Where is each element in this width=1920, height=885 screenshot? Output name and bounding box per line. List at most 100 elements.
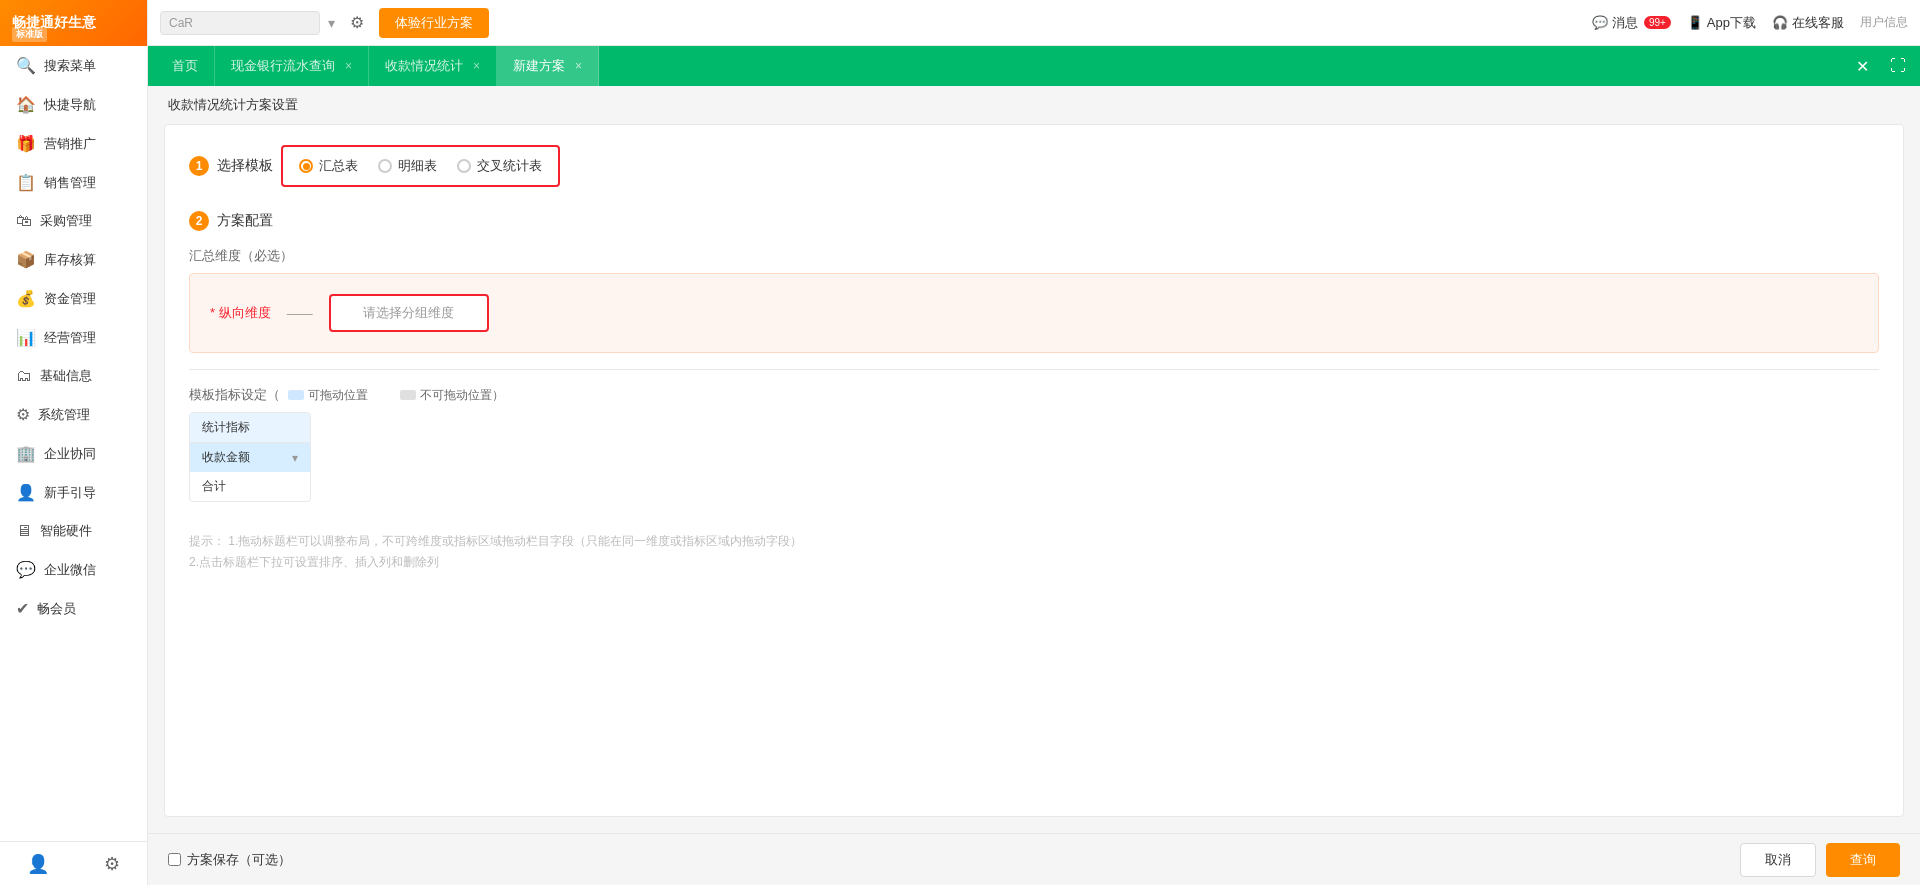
gear-button[interactable]: ⚙: [343, 9, 371, 37]
dim-placeholder[interactable]: 请选择分组维度: [329, 294, 489, 332]
tab-home-label: 首页: [172, 57, 198, 75]
tabs-close-icon[interactable]: ✕: [1848, 52, 1876, 80]
step2-title: 方案配置: [217, 212, 273, 230]
breadcrumb-input[interactable]: CaR: [160, 11, 320, 35]
sidebar-menu: 🔍搜索菜单🏠快捷导航🎁营销推广📋销售管理🛍采购管理📦库存核算💰资金管理📊经营管理…: [0, 46, 147, 841]
tabs-bar: 首页 现金银行流水查询 × 收款情况统计 × 新建方案 × ✕ ⛶: [148, 46, 1920, 86]
tab-bank-flow-label: 现金银行流水查询: [231, 57, 335, 75]
sidebar-icon: 🎁: [16, 134, 36, 153]
step1-badge: 1: [189, 156, 209, 176]
sidebar-logo: 畅捷通好生意 标准版: [0, 0, 147, 46]
sidebar-item-资金管理[interactable]: 💰资金管理: [0, 279, 147, 318]
indicator-label: 模板指标设定（ 可拖动位置 不可拖动位置）: [189, 386, 1879, 404]
sidebar-bottom-left[interactable]: 👤: [27, 853, 49, 875]
indicator-settings: 模板指标设定（ 可拖动位置 不可拖动位置） 统计指标: [189, 386, 1879, 517]
step1-title: 选择模板: [217, 157, 273, 175]
sidebar-item-畅会员[interactable]: ✔ 畅会员: [0, 589, 147, 628]
sidebar-item-采购管理[interactable]: 🛍采购管理: [0, 202, 147, 240]
step1-section: 1 选择模板 汇总表 明细表: [189, 145, 1879, 187]
radio-cross-label: 交叉统计表: [477, 157, 542, 175]
hint-line-1: 提示： 1.拖动标题栏可以调整布局，不可跨维度或指标区域拖动栏目字段（只能在同一…: [189, 533, 1879, 550]
download-item[interactable]: 📱 App下载: [1687, 14, 1756, 32]
stats-item-chevron[interactable]: ▾: [292, 451, 298, 465]
sidebar-icon: 👤: [16, 483, 36, 502]
tab-new-plan[interactable]: 新建方案 ×: [497, 46, 599, 86]
sidebar-icon: 🏠: [16, 95, 36, 114]
sidebar-item-库存核算[interactable]: 📦库存核算: [0, 240, 147, 279]
cancel-button[interactable]: 取消: [1740, 843, 1816, 877]
save-checkbox[interactable]: 方案保存（可选）: [168, 851, 291, 869]
sidebar-item-label: 企业微信: [44, 561, 96, 579]
sidebar-item-经营管理[interactable]: 📊经营管理: [0, 318, 147, 357]
sidebar-item-搜索菜单[interactable]: 🔍搜索菜单: [0, 46, 147, 85]
sidebar-item-label: 资金管理: [44, 290, 96, 308]
stats-item-amount-label: 收款金额: [202, 449, 286, 466]
service-icon: 🎧: [1772, 15, 1788, 30]
sidebar-item-label: 企业协同: [44, 445, 96, 463]
legend-move-label: 可拖动位置: [308, 387, 368, 404]
sidebar-item-label: 智能硬件: [40, 522, 92, 540]
trial-button[interactable]: 体验行业方案: [379, 8, 489, 38]
header-right: 💬 消息 99+ 📱 App下载 🎧 在线客服 用户信息: [1592, 14, 1908, 32]
service-item[interactable]: 🎧 在线客服: [1772, 14, 1844, 32]
sidebar-item-智能硬件[interactable]: 🖥智能硬件: [0, 512, 147, 550]
sidebar-item-企业微信[interactable]: 💬企业微信: [0, 550, 147, 589]
content-area: 收款情况统计方案设置 1 选择模板 汇总表 明细表: [148, 86, 1920, 885]
user-info[interactable]: 用户信息: [1860, 14, 1908, 31]
sidebar-item-企业协同[interactable]: 🏢 企业协同: [0, 434, 147, 473]
sidebar-icon: ✔: [16, 599, 29, 618]
stats-header: 统计指标: [190, 413, 310, 443]
sidebar-item-label: 畅会员: [37, 600, 76, 618]
radio-detail-dot: [378, 159, 392, 173]
page-title: 收款情况统计方案设置: [148, 86, 1920, 124]
sidebar-item-系统管理[interactable]: ⚙系统管理: [0, 395, 147, 434]
query-button[interactable]: 查询: [1826, 843, 1900, 877]
radio-summary-label: 汇总表: [319, 157, 358, 175]
sidebar-bottom: 👤 ⚙: [0, 841, 147, 885]
radio-cross[interactable]: 交叉统计表: [457, 157, 542, 175]
stats-item-amount[interactable]: 收款金额 ▾: [190, 443, 310, 472]
sidebar-item-label: 搜索菜单: [44, 57, 96, 75]
sidebar-item-营销推广[interactable]: 🎁营销推广: [0, 124, 147, 163]
notification-label: 消息: [1612, 14, 1638, 32]
sidebar-icon: 🏢: [16, 444, 36, 463]
radio-summary-dot: [299, 159, 313, 173]
sidebar: 畅捷通好生意 标准版 🔍搜索菜单🏠快捷导航🎁营销推广📋销售管理🛍采购管理📦库存核…: [0, 0, 148, 885]
sidebar-icon: 📊: [16, 328, 36, 347]
template-selector: 汇总表 明细表 交叉统计表: [281, 145, 560, 187]
save-checkbox-input[interactable]: [168, 853, 181, 866]
footer: 方案保存（可选） 取消 查询: [148, 833, 1920, 885]
tab-bank-flow-close[interactable]: ×: [345, 59, 352, 73]
vertical-dim-label: * 纵向维度: [210, 304, 271, 322]
tabs-bar-right: ✕ ⛶: [1848, 52, 1912, 80]
notification-item[interactable]: 💬 消息 99+: [1592, 14, 1671, 32]
sidebar-icon: 📦: [16, 250, 36, 269]
top-header: CaR ▾ ⚙ 体验行业方案 💬 消息 99+ 📱 App下载 🎧 在线客服 用…: [148, 0, 1920, 46]
radio-summary[interactable]: 汇总表: [299, 157, 358, 175]
hint-line-2: 2.点击标题栏下拉可设置排序、插入列和删除列: [189, 554, 1879, 571]
tab-collection-stats[interactable]: 收款情况统计 ×: [369, 46, 497, 86]
download-label: App下载: [1707, 14, 1756, 32]
tab-bank-flow[interactable]: 现金银行流水查询 ×: [215, 46, 369, 86]
hints: 提示： 1.拖动标题栏可以调整布局，不可跨维度或指标区域拖动栏目字段（只能在同一…: [189, 533, 1879, 571]
tab-collection-stats-close[interactable]: ×: [473, 59, 480, 73]
sidebar-icon: 🗂: [16, 367, 32, 385]
legend-fixed-label: 不可拖动位置）: [420, 387, 504, 404]
step2-header: 2 方案配置: [189, 211, 1879, 231]
breadcrumb-chevron[interactable]: ▾: [328, 15, 335, 31]
sidebar-bottom-right[interactable]: ⚙: [104, 853, 120, 875]
legend-move-icon: [288, 390, 304, 400]
radio-detail-label: 明细表: [398, 157, 437, 175]
sidebar-item-基础信息[interactable]: 🗂 基础信息: [0, 357, 147, 395]
sidebar-icon: 🛍: [16, 212, 32, 230]
sidebar-item-新手引导[interactable]: 👤新手引导: [0, 473, 147, 512]
download-icon: 📱: [1687, 15, 1703, 30]
tab-new-plan-close[interactable]: ×: [575, 59, 582, 73]
tabs-expand-icon[interactable]: ⛶: [1884, 52, 1912, 80]
sidebar-item-label: 基础信息: [40, 367, 92, 385]
sidebar-item-快捷导航[interactable]: 🏠快捷导航: [0, 85, 147, 124]
tab-home[interactable]: 首页: [156, 46, 215, 86]
radio-detail[interactable]: 明细表: [378, 157, 437, 175]
dimension-area: * 纵向维度 —— 请选择分组维度: [189, 273, 1879, 353]
sidebar-item-销售管理[interactable]: 📋销售管理: [0, 163, 147, 202]
